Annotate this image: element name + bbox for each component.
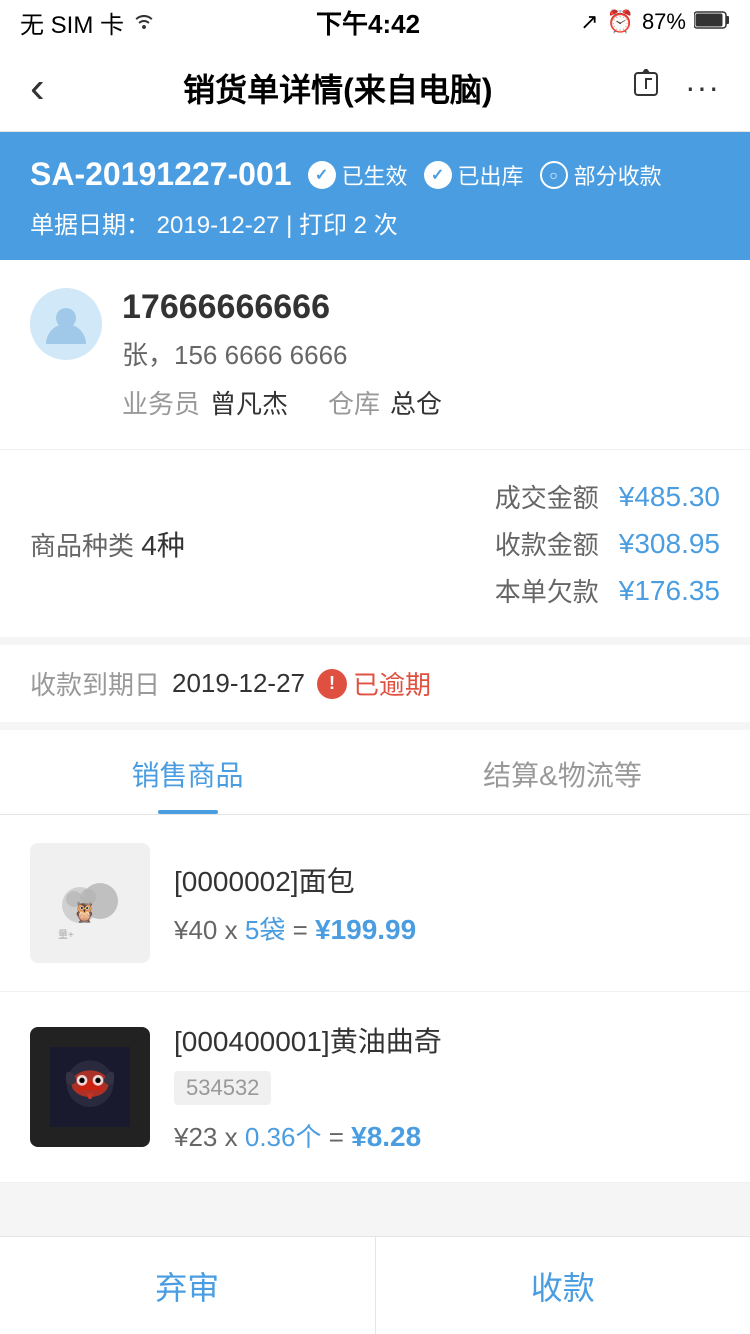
header-date: 单据日期： 2019-12-27 | 打印 2 次 (30, 205, 720, 240)
customer-section: 17666666666 张，156 6666 6666 业务员 曾凡杰 仓库 总… (0, 260, 750, 450)
product-name-2: [000400001]黄油曲奇 (174, 1020, 720, 1060)
debt-row: 本单欠款 ¥176.35 (495, 572, 720, 609)
header-top: SA-20191227-001 ✓ 已生效 ✓ 已出库 ○ 部分收款 (30, 156, 720, 193)
badge-shipped: ✓ 已出库 (424, 159, 524, 191)
back-button[interactable]: ‹ (30, 63, 45, 113)
battery-icon (694, 9, 730, 35)
salesperson-name: 曾凡杰 (210, 384, 288, 421)
product-name-1: [0000002]面包 (174, 860, 720, 900)
product-image-1: 🦉 量+ (30, 843, 150, 963)
tab-settlement[interactable]: 结算&物流等 (375, 730, 750, 814)
overdue-badge: ! 已逾期 (317, 665, 431, 702)
customer-meta: 业务员 曾凡杰 仓库 总仓 (122, 384, 720, 421)
customer-id: 17666666666 (122, 288, 720, 327)
customer-name: 张，156 6666 6666 (122, 335, 720, 372)
tab-bar: 销售商品 结算&物流等 (0, 730, 750, 815)
carrier-text: 无 SIM 卡 (20, 5, 124, 40)
warehouse-name: 总仓 (390, 384, 442, 421)
customer-info: 17666666666 张，156 6666 6666 业务员 曾凡杰 仓库 总… (122, 288, 720, 421)
received-row: 收款金额 ¥308.95 (495, 525, 720, 562)
product-sku-2: 534532 (174, 1071, 271, 1105)
status-left: 无 SIM 卡 (20, 5, 156, 40)
location-icon: ↗ (580, 9, 598, 35)
product-price-1: ¥40 x 5袋 = ¥199.99 (174, 910, 720, 947)
status-bar: 无 SIM 卡 下午4:42 ↗ ⏰ 87% (0, 0, 750, 44)
clock-icon: ○ (540, 161, 568, 189)
product-list: 🦉 量+ [0000002]面包 ¥40 x 5袋 = ¥199.99 (0, 815, 750, 1183)
product-info-2: [000400001]黄油曲奇 534532 ¥23 x 0.36个 = ¥8.… (174, 1020, 720, 1154)
list-item: [000400001]黄油曲奇 534532 ¥23 x 0.36个 = ¥8.… (0, 992, 750, 1183)
badge-partial: ○ 部分收款 (540, 159, 662, 191)
wifi-icon (132, 8, 156, 36)
check-icon-1: ✓ (308, 161, 336, 189)
status-right: ↗ ⏰ 87% (580, 9, 730, 35)
tab-sales-products[interactable]: 销售商品 (0, 730, 375, 814)
check-icon-2: ✓ (424, 161, 452, 189)
list-item: 🦉 量+ [0000002]面包 ¥40 x 5袋 = ¥199.99 (0, 815, 750, 992)
overdue-icon: ! (317, 669, 347, 699)
alarm-icon: ⏰ (607, 9, 634, 35)
nav-bar: ‹ 销货单详情(来自电脑) ··· (0, 44, 750, 132)
stats-section: 商品种类 4种 成交金额 ¥485.30 收款金额 ¥308.95 本单欠款 ¥… (0, 450, 750, 645)
discard-review-button[interactable]: 弃审 (0, 1237, 376, 1334)
order-id: SA-20191227-001 (30, 156, 292, 193)
nav-right-actions: ··· (631, 69, 720, 107)
product-info-1: [0000002]面包 ¥40 x 5袋 = ¥199.99 (174, 860, 720, 947)
stats-right: 成交金额 ¥485.30 收款金额 ¥308.95 本单欠款 ¥176.35 (495, 478, 720, 609)
battery-text: 87% (642, 9, 686, 35)
stats-left: 商品种类 4种 (30, 524, 185, 564)
warehouse-info: 仓库 总仓 (328, 384, 442, 421)
product-price-2: ¥23 x 0.36个 = ¥8.28 (174, 1117, 720, 1154)
svg-text:量+: 量+ (58, 929, 74, 941)
product-image-2 (30, 1027, 150, 1147)
header-banner: SA-20191227-001 ✓ 已生效 ✓ 已出库 ○ 部分收款 单据日期：… (0, 132, 750, 260)
salesperson-label: 业务员 (122, 384, 200, 421)
badge-effective: ✓ 已生效 (308, 159, 408, 191)
customer-avatar (30, 288, 102, 360)
nav-title: 销货单详情(来自电脑) (183, 65, 492, 111)
status-time: 下午4:42 (316, 4, 420, 41)
more-button[interactable]: ··· (685, 69, 720, 106)
salesperson-info: 业务员 曾凡杰 (122, 384, 288, 421)
warehouse-label: 仓库 (328, 384, 380, 421)
amount-row: 成交金额 ¥485.30 (495, 478, 720, 515)
share-button[interactable] (631, 69, 661, 107)
bottom-bar: 弃审 收款 (0, 1236, 750, 1334)
due-section: 收款到期日 2019-12-27 ! 已逾期 (0, 645, 750, 730)
collect-payment-button[interactable]: 收款 (376, 1237, 750, 1334)
